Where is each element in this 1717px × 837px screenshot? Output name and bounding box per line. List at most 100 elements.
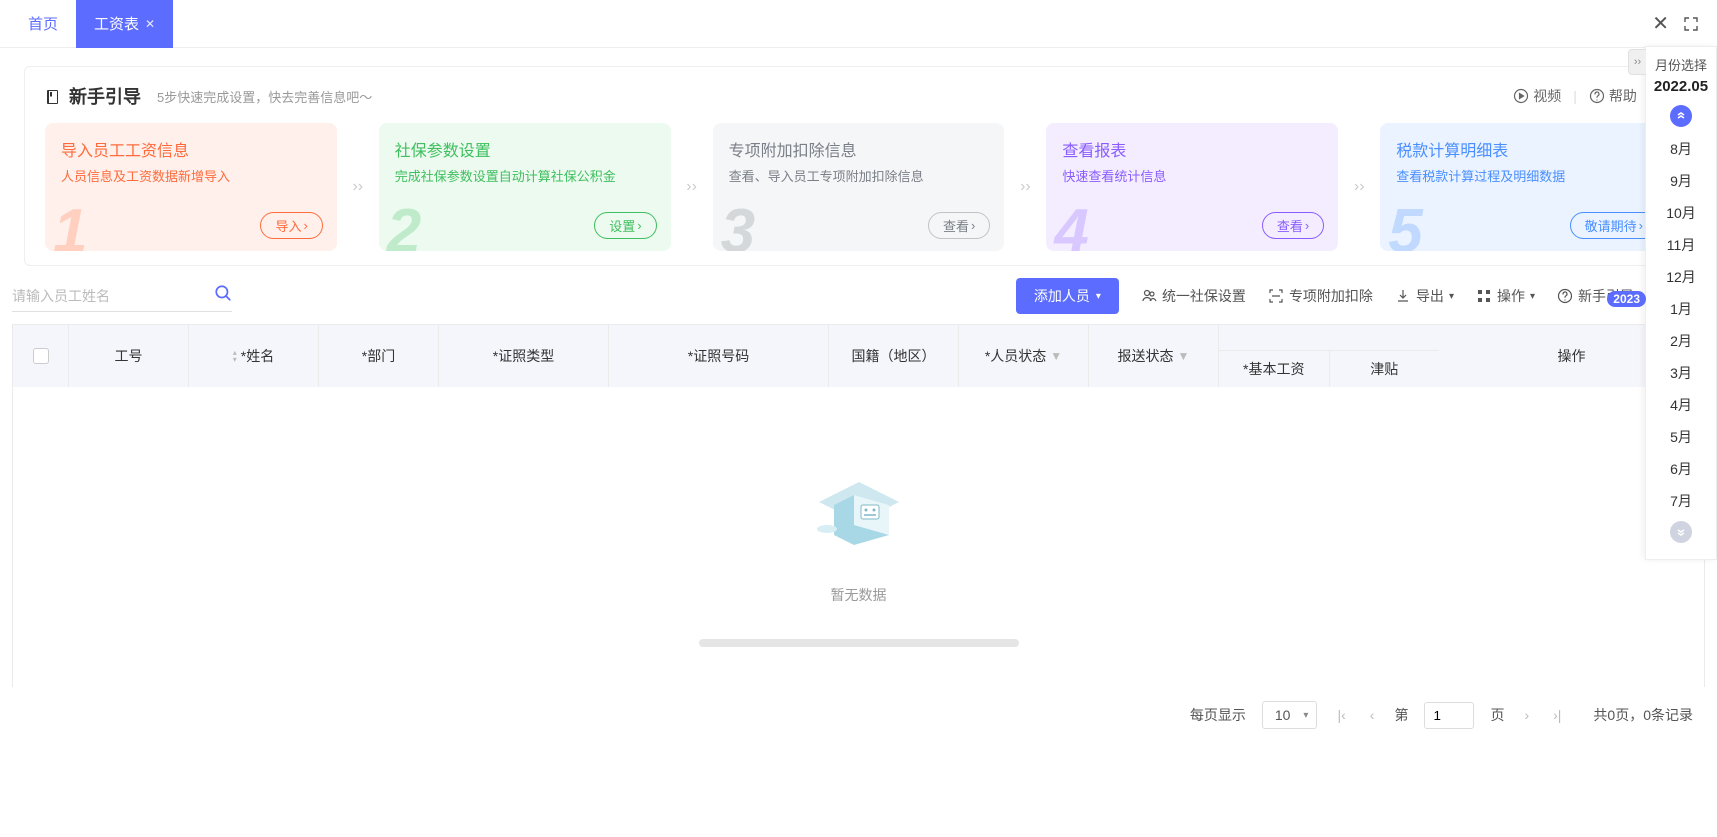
month-item[interactable]: 4月 [1646,389,1716,421]
table-body: 暂无数据 [13,387,1704,687]
help-circle-icon [1589,88,1605,104]
month-item[interactable]: 9月 [1646,165,1716,197]
chevron-right-icon: › [303,218,307,233]
help-link[interactable]: 帮助 [1589,86,1637,106]
month-item[interactable]: 6月 [1646,453,1716,485]
next-page-button[interactable]: › [1520,707,1533,723]
col-name[interactable]: ▴▾ *姓名 [189,325,319,387]
chevron-right-icon: ›› [671,123,713,251]
month-item[interactable]: 12月 [1646,261,1716,293]
col-salary-group: *基本工资 津贴 [1219,325,1439,387]
page-input[interactable] [1424,702,1474,729]
search-field [12,280,232,312]
collapse-icon[interactable]: ›› [1628,49,1646,75]
per-page-label: 每页显示 [1190,705,1246,725]
col-report-status[interactable]: 报送状态 ▼ [1089,325,1219,387]
tab-payroll[interactable]: 工资表 ✕ [76,0,173,48]
book-icon [45,86,61,107]
tab-home[interactable]: 首页 [10,0,76,48]
scroll-down-button[interactable] [1670,521,1692,543]
col-status[interactable]: *人员状态 ▼ [959,325,1089,387]
select-all-cell [13,325,69,387]
step-view-button[interactable]: 查看› [928,212,990,239]
fullscreen-icon[interactable] [1683,15,1699,32]
guide-subtitle: 5步快速完成设置，快去完善信息吧～ [157,87,372,106]
chevron-down-icon: ▾ [1530,291,1535,302]
month-item[interactable]: 5月 [1646,421,1716,453]
add-person-button[interactable]: 添加人员 ▾ [1016,278,1119,314]
month-item[interactable]: 1月 [1646,293,1716,325]
filter-icon[interactable]: ▼ [1178,349,1190,363]
export-link[interactable]: 导出 ▾ [1395,286,1454,306]
social-settings-link[interactable]: 统一社保设置 [1141,286,1246,306]
guide-title-text: 新手引导 [69,83,141,109]
tabs-bar: 首页 工资表 ✕ ✕ [0,0,1717,48]
step-number: 3 [721,201,755,251]
step-title: 社保参数设置 [395,137,655,161]
tab-payroll-label: 工资表 [94,13,139,34]
video-link[interactable]: 视频 [1513,86,1561,106]
col-id[interactable]: 工号 [69,325,189,387]
chevron-right-icon: › [1639,218,1643,233]
search-input[interactable] [12,288,214,304]
step-title: 查看报表 [1062,137,1322,161]
empty-state-icon [799,447,919,557]
month-panel-title: 月份选择 [1655,53,1707,78]
step-number: 5 [1388,201,1422,251]
prev-page-button[interactable]: ‹ [1366,707,1379,723]
col-base-salary[interactable]: *基本工资 [1219,351,1330,387]
month-item[interactable]: 10月 [1646,197,1716,229]
col-allowance[interactable]: 津贴 [1330,351,1440,387]
step-card-1: 导入员工工资信息 人员信息及工资数据新增导入 1 导入› [45,123,337,251]
chevron-right-icon: › [637,218,641,233]
month-item[interactable]: 3月 [1646,357,1716,389]
step-card-4: 查看报表 快速查看统计信息 4 查看› [1046,123,1338,251]
page-summary: 共0页，0条记录 [1593,705,1693,725]
month-panel: ›› 月份选择 2022.05 8月 9月 10月 11月 12月 2023 1… [1645,46,1717,560]
special-deduction-link[interactable]: 专项附加扣除 [1268,286,1373,306]
step-import-button[interactable]: 导入› [260,212,322,239]
table-header: 工号 ▴▾ *姓名 *部门 *证照类型 *证照号码 国籍（地区） *人员状态 ▼… [13,325,1704,387]
step-title: 税款计算明细表 [1396,137,1656,161]
close-icon[interactable]: ✕ [145,17,155,31]
page-prefix: 第 [1394,705,1408,725]
chevron-right-icon: › [971,218,975,233]
last-page-button[interactable]: ›| [1549,707,1565,723]
step-report-button[interactable]: 查看› [1262,212,1324,239]
horizontal-scrollbar[interactable] [699,639,1019,647]
users-icon [1141,288,1157,304]
step-desc: 人员信息及工资数据新增导入 [61,167,321,188]
close-dialog-icon[interactable]: ✕ [1652,11,1669,36]
step-settings-button[interactable]: 设置› [594,212,656,239]
scan-icon [1268,288,1284,304]
pagination: 每页显示 10 ▾ |‹ ‹ 第 页 › ›| 共0页，0条记录 [0,687,1717,743]
step-number: 2 [387,201,421,251]
sort-icon[interactable]: ▴▾ [233,349,237,363]
month-item[interactable]: 11月 [1646,229,1716,261]
step-desc: 完成社保参数设置自动计算社保公积金 [395,167,655,188]
col-cert-no[interactable]: *证照号码 [609,325,829,387]
operate-link[interactable]: 操作 ▾ [1476,286,1535,306]
month-item[interactable]: 2月 [1646,325,1716,357]
first-page-button[interactable]: |‹ [1333,707,1349,723]
month-item[interactable]: 7月 [1646,485,1716,517]
page-suffix: 页 [1490,705,1504,725]
chevron-right-icon: › [1305,218,1309,233]
col-cert-type[interactable]: *证照类型 [439,325,609,387]
month-item[interactable]: 8月 [1646,133,1716,165]
data-table: 工号 ▴▾ *姓名 *部门 *证照类型 *证照号码 国籍（地区） *人员状态 ▼… [12,324,1705,687]
step-number: 4 [1054,201,1088,251]
month-current: 2022.05 [1654,78,1708,95]
col-dept[interactable]: *部门 [319,325,439,387]
search-icon[interactable] [214,284,232,307]
page-size-select[interactable]: 10 ▾ [1262,701,1318,729]
scroll-up-button[interactable] [1670,105,1692,127]
step-desc: 查看税款计算过程及明细数据 [1396,167,1656,188]
step-desc: 快速查看统计信息 [1062,167,1322,188]
chevron-down-icon: ▾ [1449,291,1454,302]
col-nationality[interactable]: 国籍（地区） [829,325,959,387]
filter-icon[interactable]: ▼ [1050,349,1062,363]
chevron-right-icon: ›› [1338,123,1380,251]
export-icon [1395,288,1411,304]
select-all-checkbox[interactable] [33,348,49,364]
